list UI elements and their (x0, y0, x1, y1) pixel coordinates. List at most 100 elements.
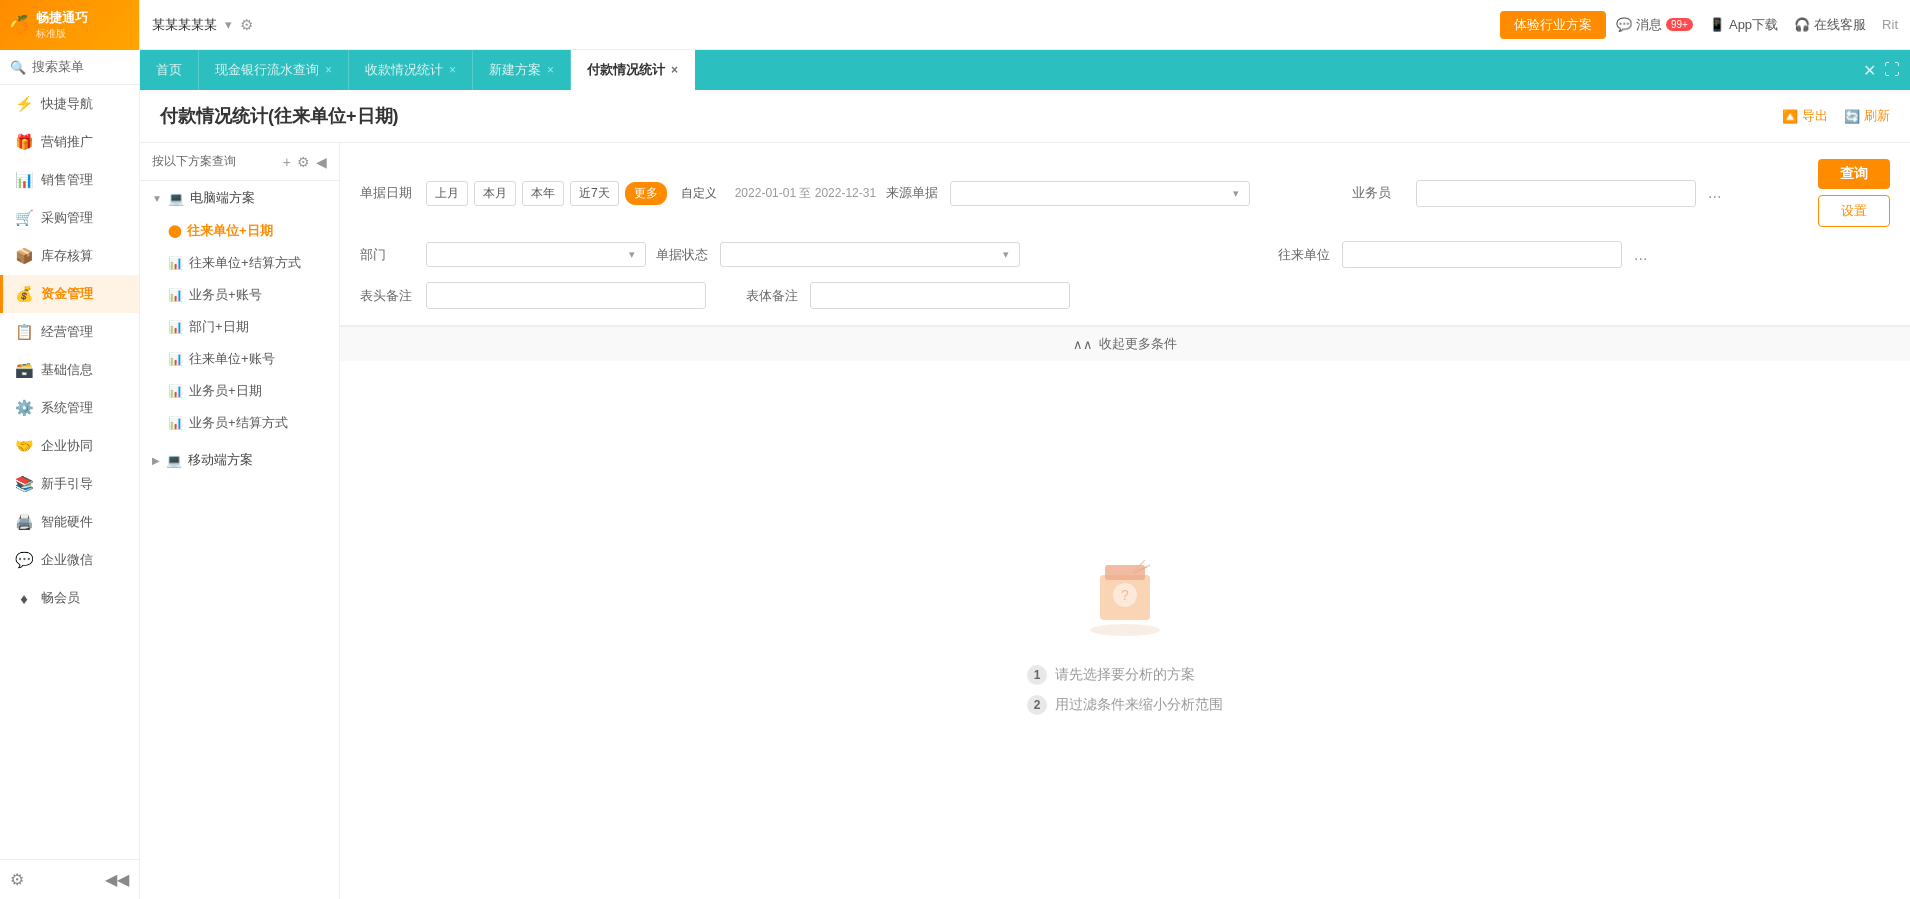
sidebar-item-quick-nav[interactable]: ⚡快捷导航 (0, 85, 139, 123)
tab-close-new-scheme[interactable]: × (547, 63, 554, 77)
sidebar-item-member[interactable]: ♦畅会员 (0, 579, 139, 617)
scheme-item-unit-date[interactable]: ⬤往来单位+日期 (140, 215, 339, 247)
table-header-note-input[interactable] (426, 282, 706, 309)
sidebar-item-enterprise[interactable]: 🤝企业协同 (0, 427, 139, 465)
sidebar-item-finance[interactable]: 💰资金管理 (0, 275, 139, 313)
nav-icon-guide: 📚 (15, 475, 33, 493)
salesman-ellipsis[interactable]: ... (1704, 184, 1725, 202)
company-dropdown-arrow[interactable]: ▾ (225, 17, 232, 32)
sidebar-collapse-btn[interactable]: ◀◀ (105, 870, 129, 889)
nav-icon-quick-nav: ⚡ (15, 95, 33, 113)
scheme-add-btn[interactable]: + (283, 154, 291, 170)
source-label: 来源单据 (886, 184, 942, 202)
collapse-label: 收起更多条件 (1099, 335, 1177, 353)
table-body-note-label: 表体备注 (746, 287, 802, 305)
export-btn[interactable]: 🔼 导出 (1782, 107, 1828, 125)
nav-icon-basic-info: 🗃️ (15, 361, 33, 379)
sidebar-item-wechat[interactable]: 💬企业微信 (0, 541, 139, 579)
sidebar-item-sales[interactable]: 📊销售管理 (0, 161, 139, 199)
scheme-item-unit-account[interactable]: 📊往来单位+账号 (140, 343, 339, 375)
page-title: 付款情况统计(往来单位+日期) (160, 104, 399, 128)
service-label: 在线客服 (1814, 16, 1866, 34)
sidebar-item-purchase[interactable]: 🛒采购管理 (0, 199, 139, 237)
scheme-item-icon-unit-date: ⬤ (168, 224, 181, 238)
tab-new-scheme[interactable]: 新建方案× (473, 50, 571, 90)
group-icon-mobile: 💻 (166, 453, 182, 468)
counterpart-ellipsis[interactable]: ... (1630, 246, 1651, 264)
topbar-gear-icon[interactable]: ⚙ (240, 16, 253, 34)
voucher-status-select[interactable]: ▾ (720, 242, 1020, 267)
table-body-note-input[interactable] (810, 282, 1070, 309)
svg-rect-2 (1105, 565, 1145, 580)
scheme-panel-title: 按以下方案查询 (152, 153, 236, 170)
close-all-tabs-btn[interactable]: ✕ (1863, 61, 1876, 80)
trial-button[interactable]: 体验行业方案 (1500, 11, 1606, 39)
scheme-item-label-salesman-account: 业务员+账号 (189, 286, 262, 304)
refresh-btn[interactable]: 🔄 刷新 (1844, 107, 1890, 125)
tab-label-payment: 付款情况统计 (587, 61, 665, 79)
svg-point-0 (1090, 624, 1160, 636)
tab-bank[interactable]: 现金银行流水查询 × (199, 50, 349, 90)
scheme-item-salesman-date[interactable]: 📊业务员+日期 (140, 375, 339, 407)
tip-text-1: 请先选择要分析的方案 (1055, 666, 1195, 684)
sidebar-item-marketing[interactable]: 🎁营销推广 (0, 123, 139, 161)
collapse-more-btn[interactable]: ∧∧ 收起更多条件 (340, 326, 1910, 361)
date-range-display: 2022-01-01 至 2022-12-31 (735, 185, 876, 202)
nav-label-business: 经营管理 (41, 323, 93, 341)
table-header-note-label: 表头备注 (360, 287, 416, 305)
sidebar-settings-btn[interactable]: ⚙ (10, 870, 24, 889)
source-select[interactable]: ▾ (950, 181, 1250, 206)
tab-receipt[interactable]: 收款情况统计 × (349, 50, 473, 90)
company-name: 某某某某某 (152, 16, 217, 34)
tab-label-receipt: 收款情况统计 (365, 61, 443, 79)
date-last-month-btn[interactable]: 上月 (426, 181, 468, 206)
scheme-group-header-mobile[interactable]: ▶💻移动端方案 (140, 443, 339, 477)
sidebar-item-guide[interactable]: 📚新手引导 (0, 465, 139, 503)
sidebar-item-basic-info[interactable]: 🗃️基础信息 (0, 351, 139, 389)
topbar: 某某某某某 ▾ ⚙ 体验行业方案 💬 消息 99+ 📱 App下载 🎧 在线客服… (140, 0, 1910, 50)
sidebar-item-business[interactable]: 📋经营管理 (0, 313, 139, 351)
app-download-btn[interactable]: 📱 App下载 (1709, 16, 1778, 34)
sidebar-item-hardware[interactable]: 🖨️智能硬件 (0, 503, 139, 541)
tab-label-bank: 现金银行流水查询 (215, 61, 319, 79)
source-section: 来源单据 ▾ (886, 181, 1352, 206)
content-area: 按以下方案查询 + ⚙ ◀ ▼💻电脑端方案⬤往来单位+日期📊往来单位+结算方式📊… (140, 143, 1910, 899)
date-this-year-btn[interactable]: 本年 (522, 181, 564, 206)
scheme-item-salesman-account[interactable]: 📊业务员+账号 (140, 279, 339, 311)
salesman-input[interactable] (1416, 180, 1696, 207)
date-more-btn[interactable]: 更多 (625, 182, 667, 205)
user-name[interactable]: Rit (1882, 17, 1898, 32)
topbar-left: 某某某某某 ▾ ⚙ (152, 16, 1490, 34)
date-this-month-btn[interactable]: 本月 (474, 181, 516, 206)
scheme-item-unit-settle[interactable]: 📊 往来单位+结算方式 (140, 247, 339, 279)
tab-close-receipt[interactable]: × (449, 63, 456, 77)
expand-btn[interactable]: ⛶ (1884, 61, 1900, 79)
tab-payment[interactable]: 付款情况统计 × (571, 50, 695, 90)
date-label: 单据日期 (360, 184, 416, 202)
scheme-item-icon-salesman-date: 📊 (168, 384, 183, 398)
query-actions: 查询 设置 (1818, 159, 1890, 227)
tab-close-payment[interactable]: × (671, 63, 678, 77)
dept-select[interactable]: ▾ (426, 242, 646, 267)
tab-home[interactable]: 首页 (140, 50, 199, 90)
sidebar-search[interactable]: 🔍 搜索菜单 (0, 50, 139, 85)
scheme-group-header-desktop[interactable]: ▼💻电脑端方案 (140, 181, 339, 215)
query-btn[interactable]: 查询 (1818, 159, 1890, 189)
scheme-collapse-btn[interactable]: ◀ (316, 154, 327, 170)
counterpart-input[interactable] (1342, 241, 1622, 268)
scheme-item-icon-unit-settle: 📊 (168, 256, 183, 270)
date-7days-btn[interactable]: 近7天 (570, 181, 619, 206)
scheme-item-label-unit-settle: 往来单位+结算方式 (189, 254, 301, 272)
message-btn[interactable]: 💬 消息 99+ (1616, 16, 1693, 34)
scheme-settings-btn[interactable]: ⚙ (297, 154, 310, 170)
tab-close-bank[interactable]: × (325, 63, 332, 77)
settings-btn[interactable]: 设置 (1818, 195, 1890, 227)
scheme-item-dept-date[interactable]: 📊部门+日期 (140, 311, 339, 343)
sidebar-item-inventory[interactable]: 📦库存核算 (0, 237, 139, 275)
online-service-btn[interactable]: 🎧 在线客服 (1794, 16, 1866, 34)
sidebar-item-system[interactable]: ⚙️系统管理 (0, 389, 139, 427)
scheme-item-salesman-settle[interactable]: 📊业务员+结算方式 (140, 407, 339, 439)
scheme-item-icon-salesman-settle: 📊 (168, 416, 183, 430)
logo-icon: 🍊 (8, 14, 30, 36)
nav-label-enterprise: 企业协同 (41, 437, 93, 455)
